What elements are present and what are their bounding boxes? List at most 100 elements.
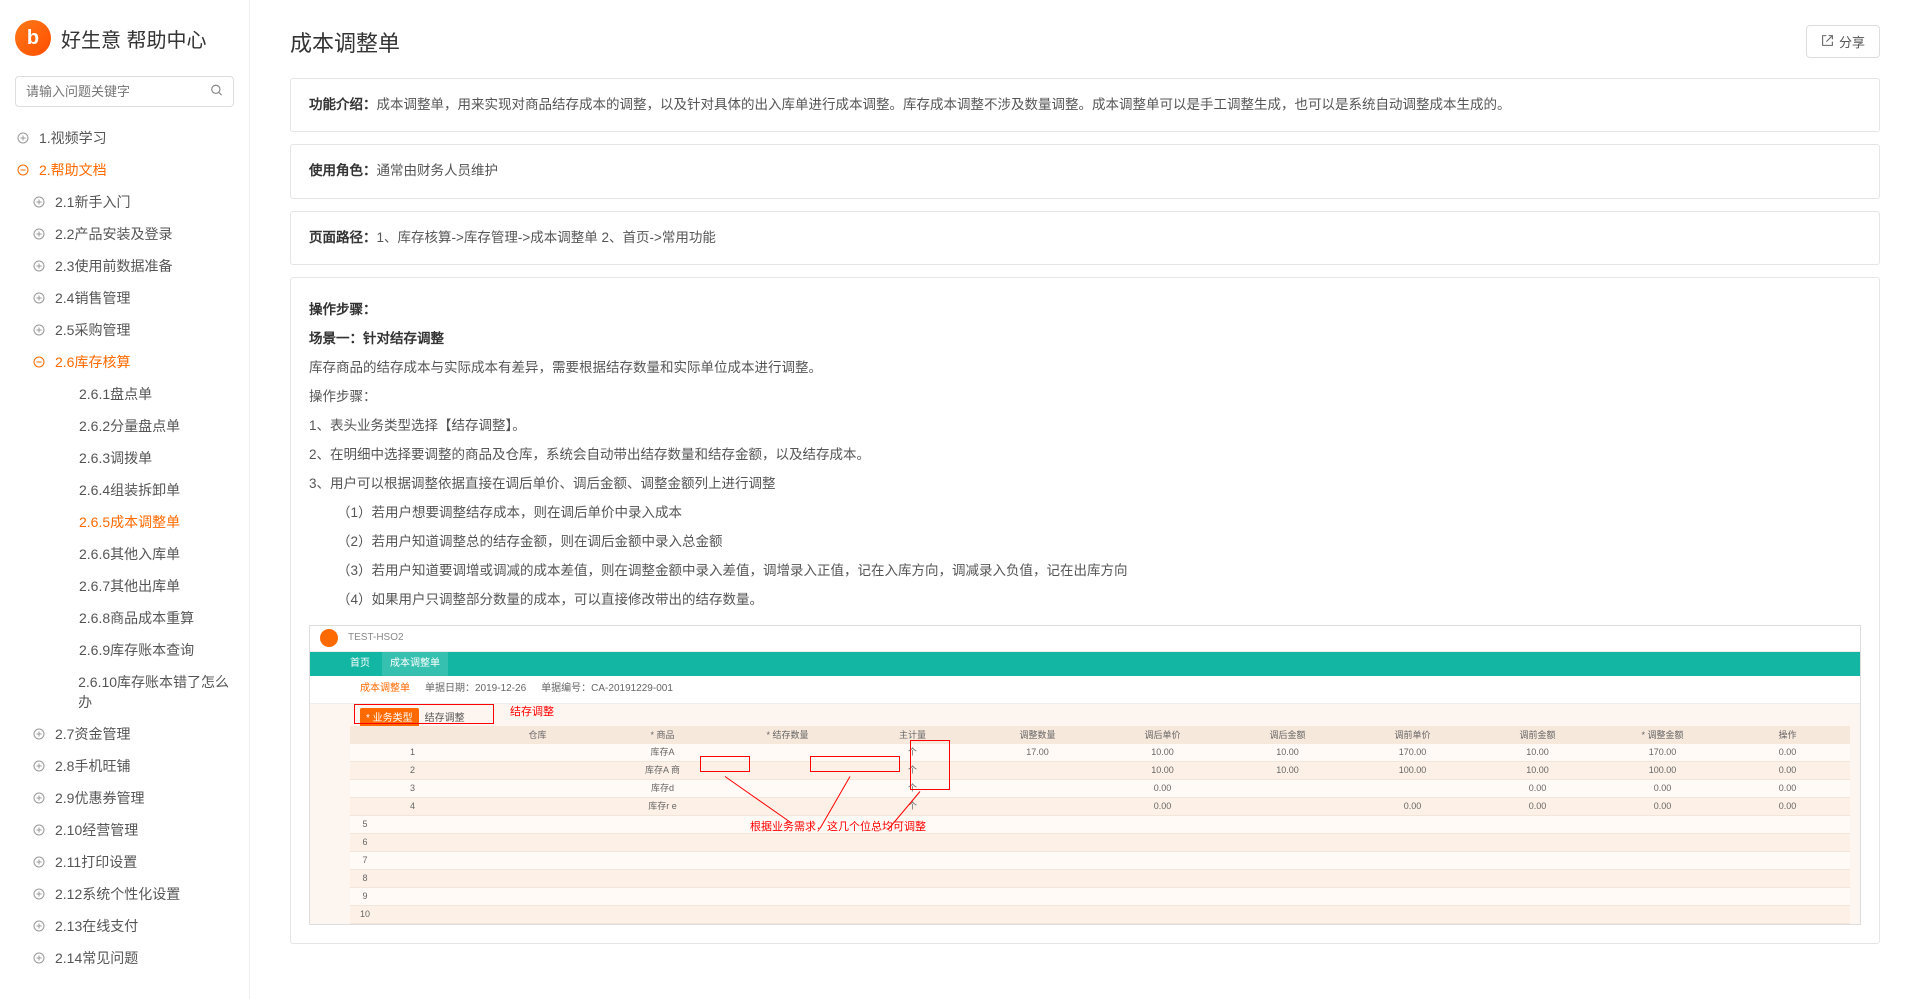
- sidebar-item-label: 2.11打印设置: [55, 852, 137, 872]
- sidebar-item[interactable]: 2.6.7其他出库单: [15, 570, 234, 602]
- step-3: 3、用户可以根据调整依据直接在调后单价、调后金额、调整金额列上进行调整: [309, 470, 1861, 497]
- steps-heading: 操作步骤：: [309, 296, 1861, 323]
- screenshot-illustration: TEST-HSO2 首页 成本调整单 成本调整单 单据日期：2019-12-26…: [309, 625, 1861, 925]
- step-1: 1、表头业务类型选择【结存调整】。: [309, 412, 1861, 439]
- sidebar-item[interactable]: 2.12系统个性化设置: [15, 878, 234, 910]
- sidebar-item[interactable]: 2.1新手入门: [15, 186, 234, 218]
- sidebar-item[interactable]: 2.13在线支付: [15, 910, 234, 942]
- plus-icon: [31, 790, 47, 806]
- plus-icon: [31, 322, 47, 338]
- sidebar-item-label: 2.2产品安装及登录: [55, 224, 172, 244]
- sidebar-item[interactable]: 2.6.10库存账本错了怎么办: [15, 666, 234, 718]
- path-box: 页面路径：1、库存核算->库存管理->成本调整单 2、首页->常用功能: [290, 211, 1880, 265]
- sidebar-item-label: 2.13在线支付: [55, 916, 138, 936]
- step-3d: （4）如果用户只调整部分数量的成本，可以直接修改带出的结存数量。: [309, 586, 1861, 613]
- plus-icon: [31, 226, 47, 242]
- annotation-fields: 根据业务需求，这几个位总均可调整: [750, 816, 926, 838]
- sidebar-item[interactable]: 2.6.3调拨单: [15, 442, 234, 474]
- share-label: 分享: [1839, 32, 1865, 51]
- sidebar-item[interactable]: 2.6.9库存账本查询: [15, 634, 234, 666]
- sidebar-item-label: 2.1新手入门: [55, 192, 130, 212]
- sidebar-item[interactable]: 2.10经营管理: [15, 814, 234, 846]
- sidebar-item[interactable]: 2.11打印设置: [15, 846, 234, 878]
- page-title: 成本调整单: [290, 26, 400, 58]
- intro-label: 功能介绍：: [309, 97, 377, 112]
- blank-icon: [55, 386, 71, 402]
- sidebar-item[interactable]: 2.14常见问题: [15, 942, 234, 974]
- step-3a: （1）若用户想要调整结存成本，则在调后单价中录入成本: [309, 499, 1861, 526]
- sidebar-item-label: 2.8手机旺铺: [55, 756, 130, 776]
- sidebar-item-label: 2.4销售管理: [55, 288, 130, 308]
- sidebar-item[interactable]: 1.视频学习: [15, 122, 234, 154]
- sidebar-item-label: 2.6.2分量盘点单: [79, 416, 180, 436]
- fake-doc-title: 成本调整单: [360, 679, 410, 699]
- main-content: 成本调整单 分享 功能介绍：成本调整单，用来实现对商品结存成本的调整，以及针对具…: [250, 0, 1920, 999]
- sidebar-item[interactable]: 2.6库存核算: [15, 346, 234, 378]
- plus-icon: [31, 194, 47, 210]
- plus-icon: [31, 886, 47, 902]
- plus-icon: [31, 854, 47, 870]
- sidebar-item-label: 2.6.5成本调整单: [79, 512, 180, 532]
- path-label: 页面路径：: [309, 230, 377, 245]
- annotation-biztype: 结存调整: [510, 701, 554, 723]
- sidebar-item-label: 2.9优惠券管理: [55, 788, 144, 808]
- intro-text: 成本调整单，用来实现对商品结存成本的调整，以及针对具体的出入库单进行成本调整。库…: [377, 97, 1511, 112]
- sidebar-item-label: 2.14常见问题: [55, 948, 138, 968]
- minus-icon: [15, 162, 31, 178]
- plus-icon: [31, 822, 47, 838]
- step-3c: （3）若用户知道要调增或调减的成本差值，则在调整金额中录入差值，调增录入正值，记…: [309, 557, 1861, 584]
- plus-icon: [31, 726, 47, 742]
- step-3b: （2）若用户知道调整总的结存金额，则在调后金额中录入总金额: [309, 528, 1861, 555]
- sidebar-item[interactable]: 2.7资金管理: [15, 718, 234, 750]
- sidebar-item-label: 2.6.6其他入库单: [79, 544, 180, 564]
- sidebar-item-label: 2.6库存核算: [55, 352, 130, 372]
- blank-icon: [55, 684, 70, 700]
- sidebar-item-label: 2.5采购管理: [55, 320, 130, 340]
- role-text: 通常由财务人员维护: [377, 163, 499, 178]
- fake-logo-icon: [320, 629, 338, 647]
- sidebar-item[interactable]: 2.6.4组装拆卸单: [15, 474, 234, 506]
- sidebar-item[interactable]: 2.4销售管理: [15, 282, 234, 314]
- scene-desc: 库存商品的结存成本与实际成本有差异，需要根据结存数量和实际单位成本进行调整。: [309, 354, 1861, 381]
- sidebar-item-label: 2.6.1盘点单: [79, 384, 152, 404]
- plus-icon: [31, 918, 47, 934]
- plus-icon: [31, 290, 47, 306]
- minus-icon: [31, 354, 47, 370]
- share-icon: [1821, 34, 1834, 50]
- sidebar-item[interactable]: 2.6.5成本调整单: [15, 506, 234, 538]
- sidebar-item[interactable]: 2.3使用前数据准备: [15, 250, 234, 282]
- role-box: 使用角色：通常由财务人员维护: [290, 144, 1880, 198]
- sidebar-item-label: 2.6.10库存账本错了怎么办: [78, 672, 234, 712]
- sidebar-item[interactable]: 2.6.1盘点单: [15, 378, 234, 410]
- role-label: 使用角色：: [309, 163, 377, 178]
- sidebar: b 好生意 帮助中心 1.视频学习 2.帮助文档 2.1新手入门 2.2产品安装及登录…: [0, 0, 250, 999]
- sidebar-item[interactable]: 2.5采购管理: [15, 314, 234, 346]
- sidebar-item[interactable]: 2.2产品安装及登录: [15, 218, 234, 250]
- blank-icon: [55, 546, 71, 562]
- share-button[interactable]: 分享: [1806, 25, 1880, 58]
- content-section: 操作步骤： 场景一：针对结存调整 库存商品的结存成本与实际成本有差异，需要根据结…: [290, 277, 1880, 944]
- sidebar-item[interactable]: 2.9优惠券管理: [15, 782, 234, 814]
- brand-title: 好生意 帮助中心: [61, 24, 207, 53]
- sidebar-item-label: 2.6.8商品成本重算: [79, 608, 194, 628]
- blank-icon: [55, 482, 71, 498]
- sidebar-item[interactable]: 2.6.2分量盘点单: [15, 410, 234, 442]
- plus-icon: [15, 130, 31, 146]
- sidebar-item-label: 2.6.9库存账本查询: [79, 640, 194, 660]
- blank-icon: [55, 514, 71, 530]
- sidebar-item[interactable]: 2.6.6其他入库单: [15, 538, 234, 570]
- sidebar-item-label: 2.3使用前数据准备: [55, 256, 172, 276]
- sidebar-item[interactable]: 2.8手机旺铺: [15, 750, 234, 782]
- sidebar-item-label: 2.帮助文档: [39, 160, 107, 180]
- search-box: [15, 76, 234, 107]
- plus-icon: [31, 758, 47, 774]
- sidebar-item[interactable]: 2.帮助文档: [15, 154, 234, 186]
- brand-logo-icon: b: [15, 20, 51, 56]
- sidebar-item-label: 2.10经营管理: [55, 820, 138, 840]
- plus-icon: [31, 258, 47, 274]
- search-input[interactable]: [15, 76, 234, 107]
- intro-box: 功能介绍：成本调整单，用来实现对商品结存成本的调整，以及针对具体的出入库单进行成…: [290, 78, 1880, 132]
- fake-tab-doc: 成本调整单: [382, 652, 448, 676]
- blank-icon: [55, 642, 71, 658]
- sidebar-item[interactable]: 2.6.8商品成本重算: [15, 602, 234, 634]
